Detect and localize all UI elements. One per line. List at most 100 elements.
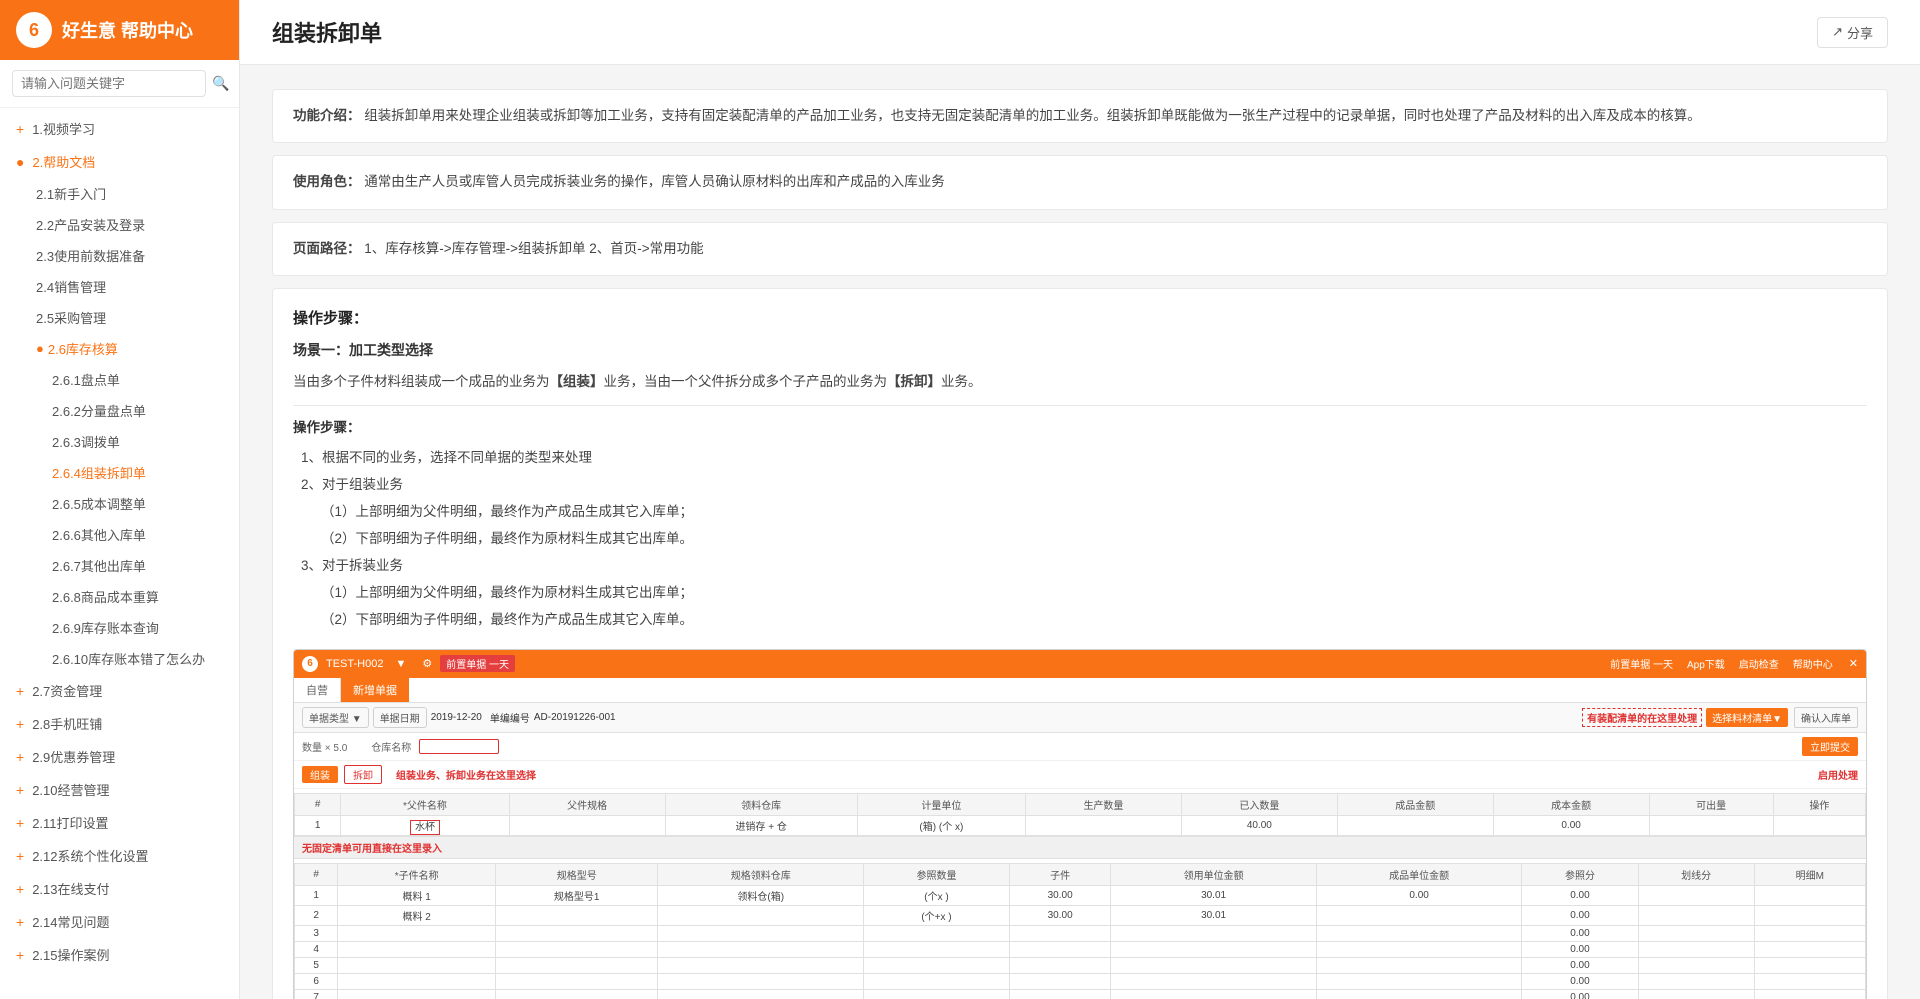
sidebar-sub-label: 2.6库存核算 [48, 339, 118, 358]
sidebar-item-operations[interactable]: + 2.10经营管理 [0, 773, 239, 806]
plus-icon: + [16, 749, 24, 765]
search-box: 🔍 [0, 60, 239, 108]
warehouse-label: 仓库名称 [371, 739, 411, 754]
toolbar-type-btn[interactable]: 单据类型 ▼ [302, 707, 369, 728]
path-label: 页面路径： [293, 241, 361, 256]
bth-num: # [295, 863, 338, 885]
sidebar-item-wrongstock[interactable]: 2.6.10库存账本错了怎么办 [0, 643, 239, 674]
path-text: 1、库存核算->库存管理->组装拆卸单 2、首页->常用功能 [364, 241, 703, 256]
tab-new-order[interactable]: 新增单据 [341, 678, 409, 702]
bth-unit-amt: 领用单位金额 [1111, 863, 1317, 885]
search-input[interactable] [12, 70, 206, 97]
sidebar: 6 好生意 帮助中心 🔍 + 1.视频学习 ● 2.帮助文档 2.1新手入门 2… [0, 0, 240, 999]
sidebar-item-label: 2.8手机旺铺 [32, 714, 102, 733]
app-logo-small: 6 [302, 656, 318, 672]
sidebar-item-stocktake[interactable]: 2.6.1盘点单 [0, 364, 239, 395]
sidebar-item-cases[interactable]: + 2.15操作案例 [0, 938, 239, 971]
sidebar-item-stockout[interactable]: 2.6.7其他出库单 [0, 550, 239, 581]
sidebar-item-onlinepay[interactable]: + 2.13在线支付 [0, 872, 239, 905]
annotation-enable: 启用处理 [1818, 767, 1858, 782]
page-title: 组装拆卸单 [272, 16, 382, 48]
sidebar-item-goodscost[interactable]: 2.6.8商品成本重算 [0, 581, 239, 612]
search-icon[interactable]: 🔍 [212, 75, 229, 92]
step-3-2: （2）下部明细为子件明细，最终作为产成品生成其它入库单。 [321, 606, 1867, 633]
sidebar-item-adjust[interactable]: 2.6.3调拨单 [0, 426, 239, 457]
sidebar-item-newcomer[interactable]: 2.1新手入门 [0, 178, 239, 209]
sidebar-item-system[interactable]: + 2.12系统个性化设置 [0, 839, 239, 872]
tab-ziyingye[interactable]: 自营 [294, 678, 341, 702]
btd-warehouse2 [658, 905, 864, 925]
annotation-row: 无固定清单可用直接在这里录入 [294, 836, 1866, 859]
divider [293, 405, 1867, 406]
plus-icon: + [16, 815, 24, 831]
plus-icon: + [16, 947, 24, 963]
td-prod-amt [1337, 815, 1493, 835]
sidebar-item-coupon[interactable]: + 2.9优惠券管理 [0, 740, 239, 773]
sidebar-item-label: 2.11打印设置 [32, 813, 108, 832]
share-button[interactable]: ↗ 分享 [1817, 17, 1888, 48]
td-parent-name: 水杯 [341, 815, 509, 835]
sidebar-item-mobile[interactable]: + 2.8手机旺铺 [0, 707, 239, 740]
sidebar-item-cost[interactable]: 2.6.5成本调整单 [0, 488, 239, 519]
sidebar-item-assembly[interactable]: 2.6.4组装拆卸单 [0, 457, 239, 488]
app-toolbar: 单据类型 ▼ 单据日期 2019-12-20 单编编号 AD-20191226-… [294, 703, 1866, 733]
sidebar-item-video[interactable]: + 1.视频学习 [0, 112, 239, 145]
toolbar-date-btn[interactable]: 单据日期 [373, 707, 427, 728]
btd-ref-qty: (个x ) [864, 885, 1010, 905]
table-row: 40.00 [295, 941, 1866, 957]
topbar-app: 前置单据 一天 [1610, 656, 1673, 671]
table-row: 1 水杯 进销存 + 仓 (箱) (个 x) 40.00 [295, 815, 1866, 835]
sidebar-item-inventory[interactable]: ● 2.6库存核算 [0, 333, 239, 364]
close-icon[interactable]: ✕ [1849, 657, 1858, 670]
btd-warehouse: 领料仓(箱) [658, 885, 864, 905]
sidebar-sub-label: 2.2产品安装及登录 [36, 215, 145, 234]
sidebar-item-finance[interactable]: + 2.7资金管理 [0, 674, 239, 707]
sidebar-item-label: 2.14常见问题 [32, 912, 109, 931]
bth-ref-split: 参照分 [1522, 863, 1638, 885]
sidebar-header: 6 好生意 帮助中心 [0, 0, 239, 60]
ops-steps-title: 操作步骤： [293, 416, 1867, 436]
plus-icon: + [16, 716, 24, 732]
submit-btn[interactable]: 立即提交 [1802, 737, 1858, 756]
sidebar-item-stockin[interactable]: 2.6.6其他入库单 [0, 519, 239, 550]
td-prod-qty [1026, 815, 1182, 835]
btd-line-split2 [1638, 905, 1754, 925]
sidebar-item-label: 2.12系统个性化设置 [32, 846, 148, 865]
screenshot-inner: 6 TEST-H002 ▼ ⚙ 前置单据 一天 前置单据 一天 App下载 启动… [294, 650, 1866, 999]
sidebar-item-sales[interactable]: 2.4销售管理 [0, 271, 239, 302]
sidebar-subsub-label: 2.6.2分量盘点单 [52, 401, 146, 420]
btd-unit-amt: 30.01 [1111, 885, 1317, 905]
ops-title: 操作步骤： [293, 307, 1867, 328]
minus-icon: ● [16, 154, 24, 170]
assembly-type-btn[interactable]: 组装 [302, 766, 338, 783]
intro-label: 功能介绍： [293, 108, 361, 123]
assembly-list-btn[interactable]: 选择料材清单▼ [1706, 708, 1788, 727]
table-row: 2 概料 2 (个+x ) 30.00 30.01 0.00 [295, 905, 1866, 925]
btd-num: 1 [295, 885, 338, 905]
sidebar-item-faq[interactable]: + 2.14常见问题 [0, 905, 239, 938]
th-prod-amt: 成品金额 [1337, 793, 1493, 815]
step-2-1: （1）上部明细为父件明细，最终作为产成品生成其它入库单； [321, 498, 1867, 525]
sidebar-item-install[interactable]: 2.2产品安装及登录 [0, 209, 239, 240]
td-cost-amt: 0.00 [1493, 815, 1649, 835]
bth-prod-unit-amt: 成品单位金额 [1316, 863, 1522, 885]
bth-sub-name: *子件名称 [338, 863, 496, 885]
intro-block: 功能介绍： 组装拆卸单用来处理企业组装或拆卸等加工业务，支持有固定装配清单的产品… [272, 89, 1888, 143]
screenshot-container: 6 TEST-H002 ▼ ⚙ 前置单据 一天 前置单据 一天 App下载 启动… [293, 649, 1867, 999]
sidebar-item-purchase[interactable]: 2.5采购管理 [0, 302, 239, 333]
btd-spec2 [495, 905, 658, 925]
warehouse-input[interactable] [419, 739, 499, 754]
sidebar-item-checkstock[interactable]: 2.6.9库存账本查询 [0, 612, 239, 643]
td-unit: (箱) (个 x) [857, 815, 1025, 835]
bottom-table-container: # *子件名称 规格型号 规格领料仓库 参照数量 子件 领用单位金额 成品单位金… [294, 859, 1866, 999]
btd-line-split [1638, 885, 1754, 905]
plus-icon: + [16, 848, 24, 864]
sidebar-item-data[interactable]: 2.3使用前数据准备 [0, 240, 239, 271]
top-table-head: # *父件名称 父件规格 领料仓库 计量单位 生产数量 已入数量 成品金额 成本 [295, 793, 1866, 815]
sidebar-item-print[interactable]: + 2.11打印设置 [0, 806, 239, 839]
sidebar-item-split[interactable]: 2.6.2分量盘点单 [0, 395, 239, 426]
disassembly-type-btn[interactable]: 拆卸 [344, 765, 382, 784]
sidebar-item-docs[interactable]: ● 2.帮助文档 [0, 145, 239, 178]
confirm-btn[interactable]: 确认入库单 [1794, 707, 1858, 728]
th-parent-spec: 父件规格 [509, 793, 665, 815]
